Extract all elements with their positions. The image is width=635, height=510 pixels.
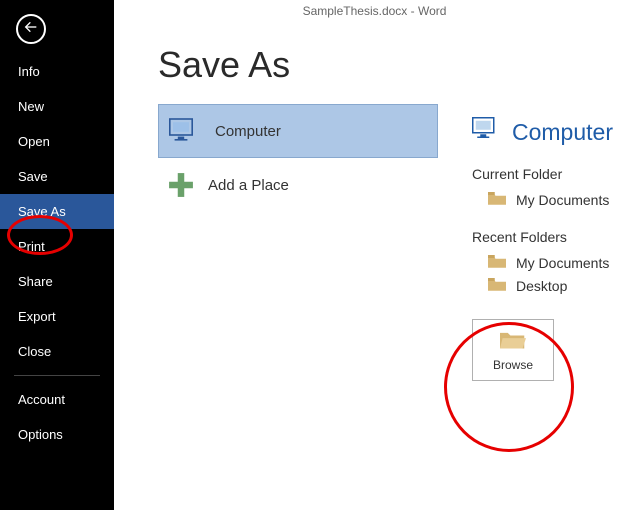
location-add-place[interactable]: Add a Place [158,158,438,212]
back-arrow-icon [23,19,39,40]
sidebar-item-account[interactable]: Account [0,382,114,417]
sidebar-item-options[interactable]: Options [0,417,114,452]
folder-icon [488,254,506,271]
sidebar-item-close[interactable]: Close [0,334,114,369]
folder-icon [488,277,506,294]
back-button[interactable] [16,14,46,44]
current-folder-name: My Documents [516,192,609,208]
backstage-sidebar: Info New Open Save Save As Print Share E… [0,0,114,510]
recent-folder-name: My Documents [516,255,609,271]
computer-icon [472,116,502,148]
sidebar-item-export[interactable]: Export [0,299,114,334]
current-folder-title: Current Folder [472,166,613,182]
recent-folder-item[interactable]: My Documents [472,251,613,274]
sidebar-separator [14,375,100,376]
main-pane: Save As Computer Add a Place [114,0,635,510]
browse-label: Browse [493,358,533,372]
location-computer-label: Computer [215,123,281,140]
sidebar-item-new[interactable]: New [0,89,114,124]
recent-folder-item[interactable]: Desktop [472,274,613,297]
sidebar-item-save[interactable]: Save [0,159,114,194]
location-list: Computer Add a Place [158,104,438,212]
sidebar-item-print[interactable]: Print [0,229,114,264]
current-folder-item[interactable]: My Documents [472,188,613,211]
folder-icon [488,191,506,208]
right-pane-header: Computer [472,116,613,148]
page-title: Save As [158,44,635,86]
recent-folder-name: Desktop [516,278,567,294]
right-pane: Computer Current Folder My Documents Rec… [472,116,613,381]
sidebar-item-save-as[interactable]: Save As [0,194,114,229]
location-computer[interactable]: Computer [158,104,438,158]
sidebar-item-open[interactable]: Open [0,124,114,159]
recent-folders-title: Recent Folders [472,229,613,245]
sidebar-item-info[interactable]: Info [0,54,114,89]
location-add-place-label: Add a Place [208,177,289,194]
folder-open-icon [500,329,526,352]
sidebar-item-share[interactable]: Share [0,264,114,299]
right-pane-header-label: Computer [512,119,613,146]
browse-button[interactable]: Browse [472,319,554,381]
computer-icon [169,117,201,145]
plus-icon [168,172,194,198]
